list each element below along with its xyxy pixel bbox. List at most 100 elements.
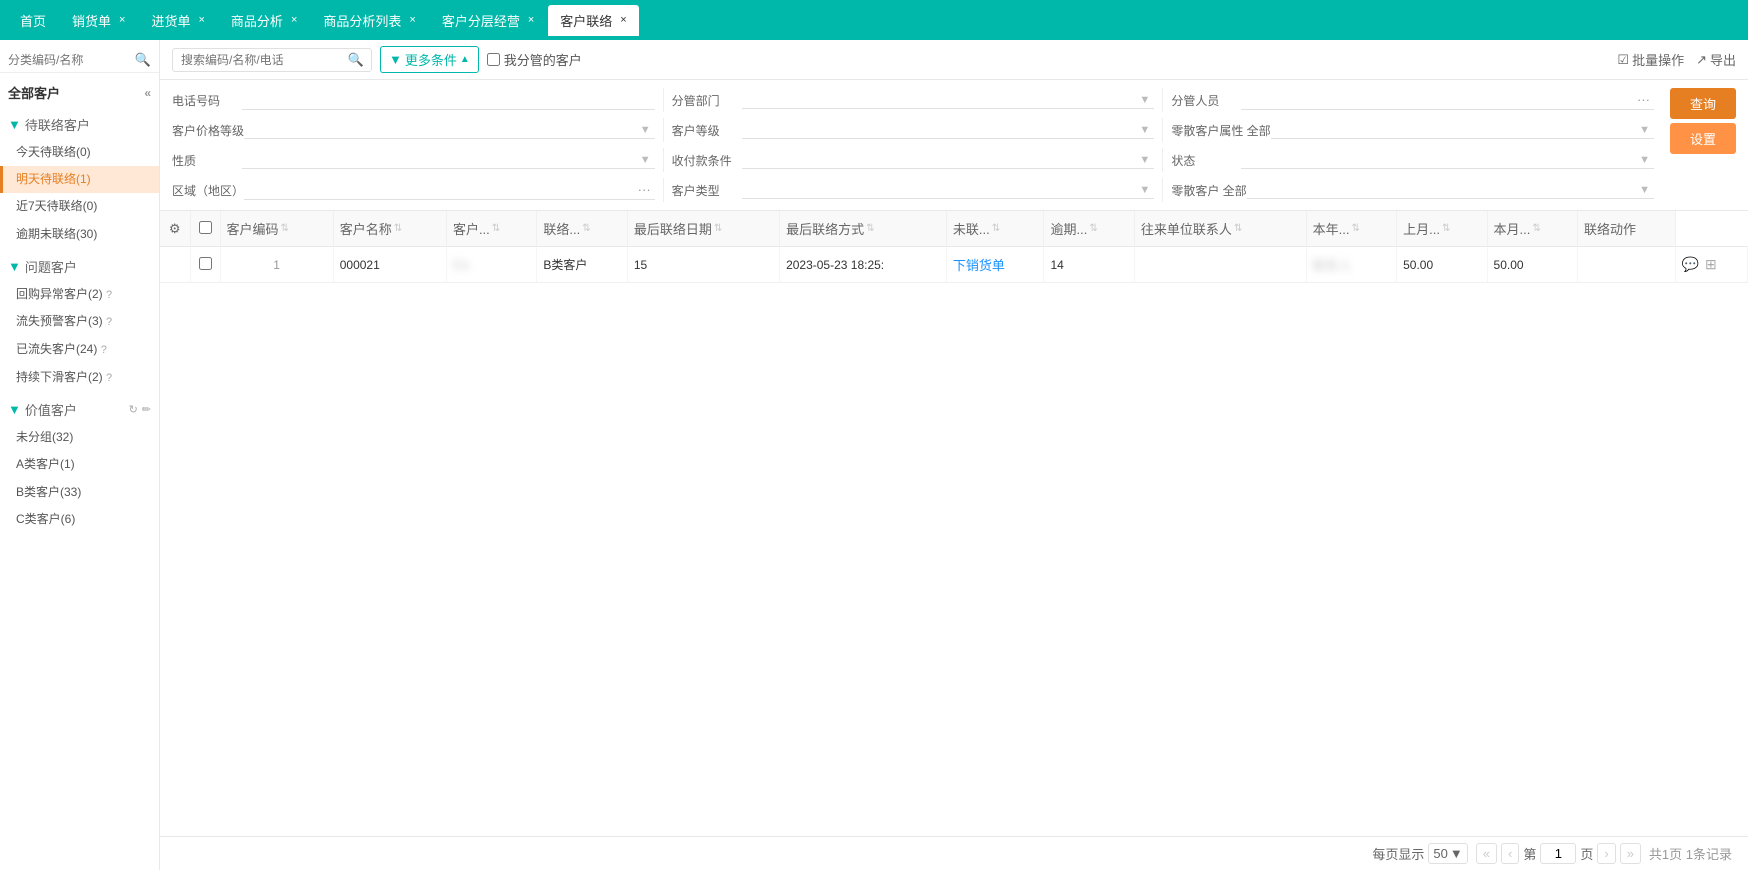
- filter-divider-3: [663, 118, 664, 142]
- nav-customer-contact[interactable]: 客户联络 ×: [548, 5, 638, 36]
- nature-caret-icon: ▼: [640, 154, 651, 166]
- nav-home[interactable]: 首页: [8, 5, 58, 36]
- col-last-date-label: 最后联络日期: [634, 219, 712, 238]
- sidebar-search-input[interactable]: [8, 53, 135, 67]
- last-page-button[interactable]: »: [1620, 843, 1641, 864]
- col-code[interactable]: 客户编码 ⇅: [220, 211, 333, 247]
- export-button[interactable]: ↗ 导出: [1696, 50, 1736, 69]
- more-filter-button[interactable]: ▼ 更多条件 ▲: [380, 46, 479, 73]
- filter-retail-attr: 零散客户属性 全部 ▼: [1171, 122, 1654, 139]
- filter-dept-select[interactable]: ▼: [742, 92, 1155, 109]
- nav-customer-tier[interactable]: 客户分层经营 ×: [430, 5, 546, 36]
- nav-goods-analysis-list[interactable]: 商品分析列表 ×: [311, 5, 427, 36]
- nav-goods-analysis-close[interactable]: ×: [291, 14, 297, 26]
- sidebar-group-value: ▼ 价值客户 ↻ ✏ 未分组(32) A类客户(1) B类客户(33) C类客户…: [0, 393, 159, 535]
- filter-region-select[interactable]: ···: [244, 180, 655, 200]
- my-customers-check[interactable]: [487, 53, 500, 66]
- pagination-bar: 每页显示 50 ▼ « ‹ 第 页 › » 共1页 1条记录: [160, 836, 1748, 870]
- sidebar-group-value-title[interactable]: ▼ 价值客户 ↻ ✏: [0, 395, 159, 424]
- first-page-button[interactable]: «: [1476, 843, 1497, 864]
- sidebar-collapse-icon[interactable]: «: [144, 86, 151, 100]
- action-chat-icon[interactable]: 💬: [1682, 256, 1699, 273]
- top-navigation: 首页 销货单 × 进货单 × 商品分析 × 商品分析列表 × 客户分层经营 × …: [0, 0, 1748, 40]
- search-icon[interactable]: 🔍: [348, 52, 364, 68]
- filter-manager-dots[interactable]: ···: [1637, 92, 1650, 107]
- nav-goods-analysis-list-close[interactable]: ×: [409, 14, 415, 26]
- setup-button[interactable]: 设置: [1670, 123, 1736, 154]
- filter-phone-input[interactable]: [242, 91, 655, 110]
- page-size-select[interactable]: 50 ▼: [1428, 843, 1467, 864]
- nav-purchase-close[interactable]: ×: [198, 14, 204, 26]
- filter-nature-select[interactable]: ▼: [242, 152, 655, 169]
- col-last-month-label: 上月...: [1403, 219, 1440, 238]
- nav-purchase[interactable]: 进货单 ×: [139, 5, 216, 36]
- filter-payment-select[interactable]: ▼: [742, 152, 1155, 169]
- sidebar-item-class-c[interactable]: C类客户(6): [0, 506, 159, 533]
- sidebar-item-7days[interactable]: 近7天待联络(0): [0, 193, 159, 220]
- sidebar-item-declining[interactable]: 持续下滑客户(2) ?: [0, 364, 159, 392]
- prev-page-button[interactable]: ‹: [1501, 843, 1519, 864]
- my-customers-checkbox[interactable]: 我分管的客户: [487, 50, 582, 69]
- sidebar-item-today[interactable]: 今天待联络(0): [0, 139, 159, 166]
- price-tier-caret-icon: ▼: [640, 124, 651, 136]
- retail-caret-icon: ▼: [1639, 184, 1650, 196]
- filter-manager: 分管人员 ···: [1171, 90, 1654, 110]
- sidebar-item-churn-warning[interactable]: 流失预警客户(3) ?: [0, 308, 159, 336]
- sidebar-item-class-b[interactable]: B类客户(33): [0, 479, 159, 506]
- filter-divider-8: [1162, 178, 1163, 202]
- sidebar-item-ungrouped[interactable]: 未分组(32): [0, 424, 159, 451]
- main-layout: 🔍 全部客户 « ▼ 待联络客户 今天待联络(0) 明天待联络(1) 近7天待联…: [0, 40, 1748, 870]
- filter-toolbar: 🔍 ▼ 更多条件 ▲ 我分管的客户 ☑ 批量操作 ↗ 导出: [160, 40, 1748, 80]
- sidebar-group-pending-title[interactable]: ▼ 待联络客户: [0, 110, 159, 139]
- sidebar-item-repurchase-abnormal[interactable]: 回购异常客户(2) ?: [0, 281, 159, 309]
- filter-retail-select[interactable]: ▼: [1247, 182, 1654, 199]
- sidebar-item-tomorrow[interactable]: 明天待联络(1): [0, 166, 159, 193]
- page-number-input[interactable]: [1540, 843, 1576, 864]
- filter-divider-4: [1162, 118, 1163, 142]
- pending-arrow-icon: ▼: [8, 117, 21, 132]
- filter-dept: 分管部门 ▼: [672, 92, 1155, 109]
- more-filter-label: 更多条件: [405, 50, 457, 69]
- sidebar-item-overdue[interactable]: 逾期未联络(30): [0, 221, 159, 248]
- nav-goods-analysis[interactable]: 商品分析 ×: [219, 5, 309, 36]
- sidebar-all-customers[interactable]: 全部客户 «: [0, 77, 159, 108]
- value-arrow-icon: ▼: [8, 402, 21, 417]
- sidebar-group-pending: ▼ 待联络客户 今天待联络(0) 明天待联络(1) 近7天待联络(0) 逾期未联…: [0, 108, 159, 250]
- nav-customer-contact-close[interactable]: ×: [620, 14, 626, 26]
- nav-customer-tier-close[interactable]: ×: [528, 14, 534, 26]
- col-check: [190, 211, 220, 247]
- sidebar-item-class-a[interactable]: A类客户(1): [0, 451, 159, 478]
- filter-manager-select[interactable]: ···: [1241, 90, 1654, 110]
- search-input[interactable]: [172, 48, 372, 72]
- filter-region-dots[interactable]: ···: [638, 182, 651, 197]
- col-type-label: 客户...: [453, 219, 490, 238]
- select-all-checkbox[interactable]: [199, 221, 212, 234]
- filter-customer-level-select[interactable]: ▼: [742, 122, 1155, 139]
- filter-retail-attr-select[interactable]: ▼: [1271, 122, 1654, 139]
- filter-customer-type-select[interactable]: ▼: [742, 182, 1155, 199]
- nav-sales[interactable]: 销货单 ×: [60, 5, 137, 36]
- settings-icon[interactable]: ⚙: [169, 221, 181, 236]
- filter-nature-label: 性质: [172, 152, 242, 169]
- next-page-button[interactable]: ›: [1597, 843, 1615, 864]
- filter-status-select[interactable]: ▼: [1241, 152, 1654, 169]
- filter-price-tier-select[interactable]: ▼: [244, 122, 655, 139]
- col-last-date[interactable]: 最后联络日期 ⇅: [627, 211, 779, 247]
- export-label: 导出: [1710, 50, 1736, 69]
- sidebar-search-icon[interactable]: 🔍: [135, 52, 151, 68]
- value-refresh-icon[interactable]: ↻: [129, 403, 138, 416]
- nav-sales-close[interactable]: ×: [119, 14, 125, 26]
- col-overdue-label: 逾期...: [1050, 219, 1087, 238]
- action-grid-icon[interactable]: ⊞: [1705, 256, 1717, 273]
- sidebar-item-churned[interactable]: 已流失客户(24) ?: [0, 336, 159, 364]
- filter-divider-1: [663, 88, 664, 112]
- batch-op-button[interactable]: ☑ 批量操作: [1617, 50, 1684, 69]
- row-checkbox[interactable]: [199, 257, 212, 270]
- col-overdue-sort-icon: ⇅: [1089, 223, 1097, 234]
- row-last-method-link[interactable]: 下销货单: [953, 258, 1005, 273]
- col-name[interactable]: 客户名称 ⇅: [333, 211, 446, 247]
- sidebar-group-problem-title[interactable]: ▼ 问题客户: [0, 252, 159, 281]
- col-overdue: 逾期... ⇅: [1044, 211, 1134, 247]
- query-button[interactable]: 查询: [1670, 88, 1736, 119]
- value-edit-icon[interactable]: ✏: [142, 403, 151, 416]
